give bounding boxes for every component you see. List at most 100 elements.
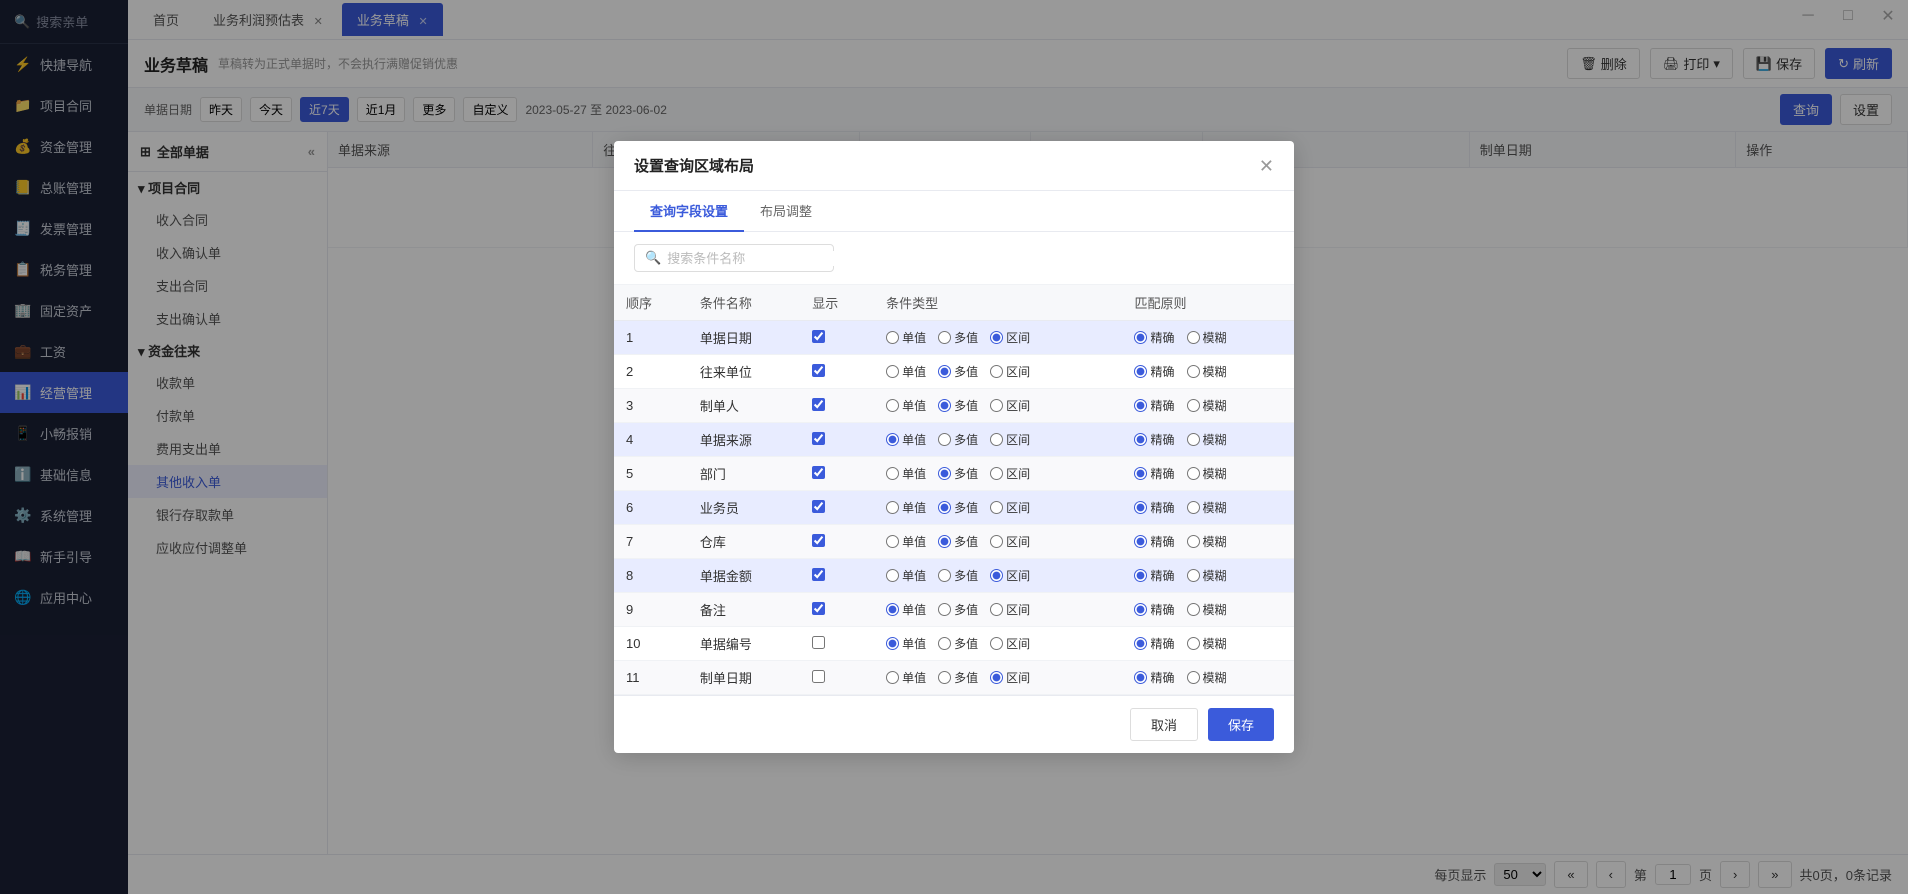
match-exact-label[interactable]: 精确 [1134,669,1174,686]
type-single-label[interactable]: 单值 [886,397,926,414]
type-single-radio[interactable] [886,671,899,684]
type-range-label[interactable]: 区间 [990,431,1030,448]
type-multi-radio[interactable] [938,603,951,616]
match-fuzzy-radio[interactable] [1187,637,1200,650]
type-multi-label[interactable]: 多值 [938,669,978,686]
type-single-radio[interactable] [886,365,899,378]
type-range-radio[interactable] [990,399,1003,412]
type-range-radio[interactable] [990,433,1003,446]
show-checkbox[interactable] [812,330,825,343]
match-fuzzy-radio[interactable] [1187,433,1200,446]
match-fuzzy-label[interactable]: 模糊 [1187,397,1227,414]
match-exact-label[interactable]: 精确 [1134,499,1174,516]
type-single-radio[interactable] [886,433,899,446]
match-fuzzy-label[interactable]: 模糊 [1187,499,1227,516]
match-fuzzy-label[interactable]: 模糊 [1187,465,1227,482]
type-range-label[interactable]: 区间 [990,465,1030,482]
type-single-radio[interactable] [886,331,899,344]
type-range-label[interactable]: 区间 [990,533,1030,550]
type-multi-label[interactable]: 多值 [938,329,978,346]
modal-search-input[interactable] [667,251,843,266]
match-fuzzy-label[interactable]: 模糊 [1187,431,1227,448]
modal-tab-fields[interactable]: 查询字段设置 [634,191,744,232]
match-exact-radio[interactable] [1134,501,1147,514]
match-exact-label[interactable]: 精确 [1134,397,1174,414]
type-range-label[interactable]: 区间 [990,601,1030,618]
type-range-label[interactable]: 区间 [990,329,1030,346]
match-fuzzy-label[interactable]: 模糊 [1187,533,1227,550]
close-button[interactable]: ✕ [1868,0,1908,32]
match-exact-radio[interactable] [1134,603,1147,616]
match-fuzzy-radio[interactable] [1187,365,1200,378]
modal-save-button[interactable]: 保存 [1208,708,1274,741]
type-single-label[interactable]: 单值 [886,567,926,584]
match-exact-radio[interactable] [1134,671,1147,684]
type-multi-label[interactable]: 多值 [938,363,978,380]
type-single-radio[interactable] [886,569,899,582]
type-range-label[interactable]: 区间 [990,397,1030,414]
type-single-label[interactable]: 单值 [886,499,926,516]
type-multi-radio[interactable] [938,671,951,684]
match-exact-label[interactable]: 精确 [1134,601,1174,618]
type-single-radio[interactable] [886,603,899,616]
match-exact-radio[interactable] [1134,399,1147,412]
type-multi-radio[interactable] [938,467,951,480]
show-checkbox[interactable] [812,534,825,547]
match-fuzzy-label[interactable]: 模糊 [1187,669,1227,686]
match-exact-radio[interactable] [1134,433,1147,446]
type-range-radio[interactable] [990,637,1003,650]
match-exact-label[interactable]: 精确 [1134,431,1174,448]
show-checkbox[interactable] [812,364,825,377]
type-range-label[interactable]: 区间 [990,669,1030,686]
match-fuzzy-label[interactable]: 模糊 [1187,363,1227,380]
match-exact-radio[interactable] [1134,637,1147,650]
type-single-radio[interactable] [886,467,899,480]
match-fuzzy-label[interactable]: 模糊 [1187,601,1227,618]
match-fuzzy-label[interactable]: 模糊 [1187,635,1227,652]
type-multi-radio[interactable] [938,433,951,446]
type-range-radio[interactable] [990,535,1003,548]
match-fuzzy-radio[interactable] [1187,331,1200,344]
type-multi-radio[interactable] [938,535,951,548]
minimize-button[interactable]: ─ [1788,0,1828,32]
type-range-radio[interactable] [990,331,1003,344]
type-range-radio[interactable] [990,603,1003,616]
match-exact-radio[interactable] [1134,535,1147,548]
type-range-label[interactable]: 区间 [990,363,1030,380]
type-range-label[interactable]: 区间 [990,635,1030,652]
type-single-radio[interactable] [886,501,899,514]
type-single-label[interactable]: 单值 [886,431,926,448]
maximize-button[interactable]: □ [1828,0,1868,32]
type-single-label[interactable]: 单值 [886,363,926,380]
type-range-radio[interactable] [990,569,1003,582]
modal-cancel-button[interactable]: 取消 [1130,708,1198,741]
type-range-radio[interactable] [990,671,1003,684]
match-exact-label[interactable]: 精确 [1134,329,1174,346]
show-checkbox[interactable] [812,432,825,445]
show-checkbox[interactable] [812,500,825,513]
modal-tab-layout[interactable]: 布局调整 [744,191,828,232]
type-range-label[interactable]: 区间 [990,567,1030,584]
type-multi-radio[interactable] [938,399,951,412]
type-single-label[interactable]: 单值 [886,533,926,550]
type-single-label[interactable]: 单值 [886,669,926,686]
type-multi-label[interactable]: 多值 [938,431,978,448]
match-exact-label[interactable]: 精确 [1134,635,1174,652]
type-range-radio[interactable] [990,365,1003,378]
type-single-label[interactable]: 单值 [886,635,926,652]
match-exact-radio[interactable] [1134,467,1147,480]
type-multi-label[interactable]: 多值 [938,635,978,652]
type-multi-radio[interactable] [938,365,951,378]
match-fuzzy-radio[interactable] [1187,535,1200,548]
type-range-label[interactable]: 区间 [990,499,1030,516]
type-range-radio[interactable] [990,467,1003,480]
match-fuzzy-radio[interactable] [1187,603,1200,616]
match-exact-label[interactable]: 精确 [1134,465,1174,482]
match-exact-label[interactable]: 精确 [1134,567,1174,584]
type-multi-label[interactable]: 多值 [938,465,978,482]
match-exact-label[interactable]: 精确 [1134,533,1174,550]
match-fuzzy-radio[interactable] [1187,467,1200,480]
type-multi-radio[interactable] [938,569,951,582]
type-multi-radio[interactable] [938,637,951,650]
type-multi-label[interactable]: 多值 [938,397,978,414]
